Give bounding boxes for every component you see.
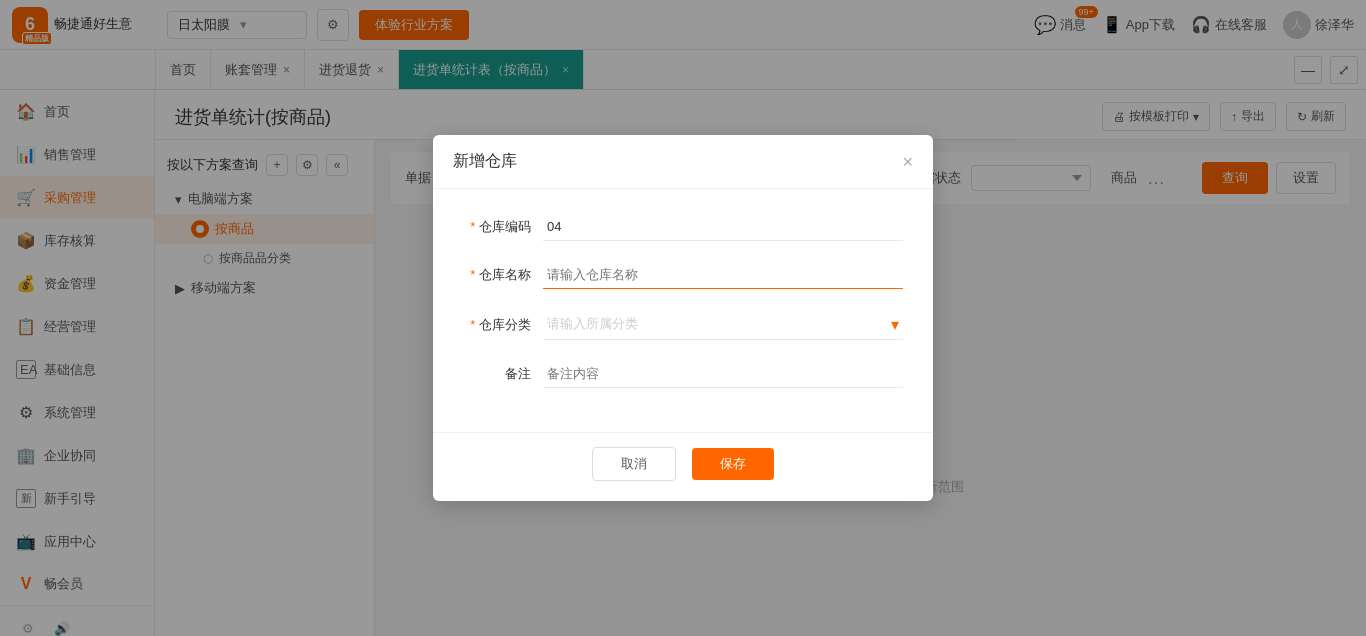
note-label: 备注 <box>463 365 543 383</box>
code-label: 仓库编码 <box>463 218 543 236</box>
form-row-type: 仓库分类 请输入所属分类 ▾ <box>463 309 903 340</box>
warehouse-code-input[interactable] <box>543 213 903 241</box>
type-label: 仓库分类 <box>463 316 543 334</box>
warehouse-note-input[interactable] <box>543 360 903 388</box>
warehouse-type-select[interactable]: 请输入所属分类 ▾ <box>543 309 903 340</box>
modal-footer: 取消 保存 <box>433 432 933 501</box>
warehouse-name-input[interactable] <box>543 261 903 289</box>
modal-close-button[interactable]: × <box>902 153 913 171</box>
type-dropdown-arrow: ▾ <box>891 315 899 334</box>
modal-overlay[interactable]: 新增仓库 × 仓库编码 仓库名称 仓库分类 请输入所属分类 ▾ <box>0 0 1366 636</box>
type-placeholder: 请输入所属分类 <box>547 315 638 333</box>
add-warehouse-modal: 新增仓库 × 仓库编码 仓库名称 仓库分类 请输入所属分类 ▾ <box>433 135 933 501</box>
name-label: 仓库名称 <box>463 266 543 284</box>
save-button[interactable]: 保存 <box>692 448 774 480</box>
modal-body: 仓库编码 仓库名称 仓库分类 请输入所属分类 ▾ 备注 <box>433 189 933 432</box>
modal-title: 新增仓库 <box>453 151 902 172</box>
modal-header: 新增仓库 × <box>433 135 933 189</box>
form-row-note: 备注 <box>463 360 903 388</box>
form-row-name: 仓库名称 <box>463 261 903 289</box>
cancel-button[interactable]: 取消 <box>592 447 676 481</box>
form-row-code: 仓库编码 <box>463 213 903 241</box>
